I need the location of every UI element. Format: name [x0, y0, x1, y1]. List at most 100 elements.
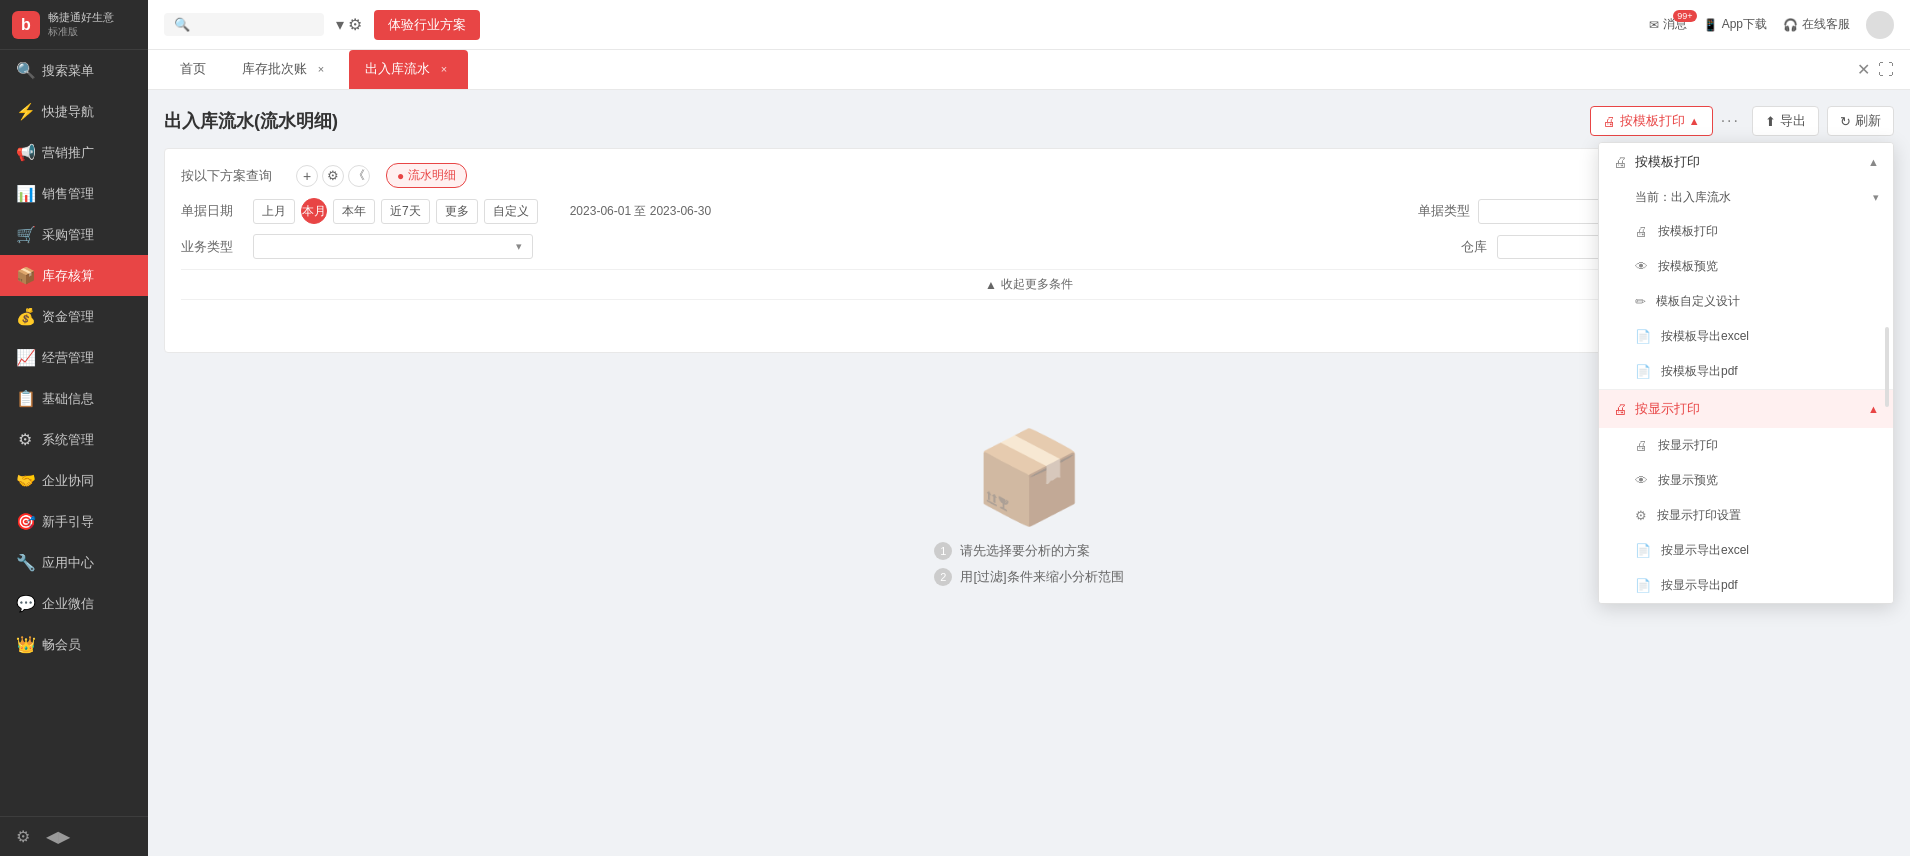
sidebar-item-basic[interactable]: 📋 基础信息 [0, 378, 148, 419]
header-right: ✉ 消息 99+ 📱 App下载 🎧 在线客服 [1649, 11, 1894, 39]
display-preview-icon: 👁 [1635, 473, 1648, 488]
online-service[interactable]: 🎧 在线客服 [1783, 16, 1850, 33]
sales-icon: 📊 [16, 184, 34, 203]
sidebar-item-label-enterprise: 企业协同 [42, 472, 94, 490]
date-current-month[interactable]: 本月 [301, 198, 327, 224]
tab-expand-icon[interactable]: ⛶ [1878, 61, 1894, 79]
empty-step-2: 2 用[过滤]条件来缩小分析范围 [934, 568, 1123, 586]
sidebar-item-search[interactable]: 🔍 搜索菜单 [0, 50, 148, 91]
tab-bar: 首页 库存批次账 × 出入库流水 × ✕ ⛶ [148, 50, 1910, 90]
vip-icon: 👑 [16, 635, 34, 654]
sidebar-item-enterprise[interactable]: 🤝 企业协同 [0, 460, 148, 501]
content-area: 出入库流水(流水明细) 🖨 按模板打印 ▲ ··· ⬆ 导出 ↻ 刷 [148, 90, 1910, 856]
more-icon[interactable]: ··· [1721, 112, 1740, 130]
display-print-settings-item[interactable]: ⚙ 按显示打印设置 [1599, 498, 1893, 533]
date-options: 上月 本月 本年 近7天 更多 自定义 [253, 198, 538, 224]
sidebar-item-finance[interactable]: 💰 资金管理 [0, 296, 148, 337]
sidebar-bottom: ⚙ ◀▶ [0, 816, 148, 856]
sidebar-item-inventory[interactable]: 📦 库存核算 [0, 255, 148, 296]
sidebar-item-label-sales: 销售管理 [42, 185, 94, 203]
sidebar-item-label-operations: 经营管理 [42, 349, 94, 367]
export-button[interactable]: ⬆ 导出 [1752, 106, 1819, 136]
design-icon: ✏ [1635, 294, 1646, 309]
tab-minimize-icon[interactable]: ✕ [1857, 60, 1870, 79]
display-print-header[interactable]: 🖨 按显示打印 ▲ [1599, 390, 1893, 428]
phone-icon: 📱 [1703, 18, 1718, 32]
tab-batch-close[interactable]: × [313, 61, 329, 77]
preview-icon: 👁 [1635, 259, 1648, 274]
date-more[interactable]: 更多 [436, 199, 478, 224]
empty-step-1: 1 请先选择要分析的方案 [934, 542, 1123, 560]
header-search-box[interactable]: 🔍 [164, 13, 324, 36]
scroll-indicator [1885, 327, 1889, 407]
guide-icon: 🎯 [16, 512, 34, 531]
sidebar-item-guide[interactable]: 🎯 新手引导 [0, 501, 148, 542]
sidebar-item-operations[interactable]: 📈 经营管理 [0, 337, 148, 378]
message-icon: ✉ [1649, 18, 1659, 32]
sidebar-item-wechat[interactable]: 💬 企业微信 [0, 583, 148, 624]
tab-home[interactable]: 首页 [164, 50, 222, 89]
step-1-num: 1 [934, 542, 952, 560]
template-preview-item[interactable]: 👁 按模板预览 [1599, 249, 1893, 284]
date-last-7[interactable]: 近7天 [381, 199, 430, 224]
sidebar-item-purchase[interactable]: 🛒 采购管理 [0, 214, 148, 255]
sidebar-item-app_center[interactable]: 🔧 应用中心 [0, 542, 148, 583]
sidebar-item-sales[interactable]: 📊 销售管理 [0, 173, 148, 214]
sidebar-item-marketing[interactable]: 📢 营销推广 [0, 132, 148, 173]
top-actions: 🖨 按模板打印 ▲ ··· ⬆ 导出 ↻ 刷新 [1590, 106, 1894, 136]
refresh-button[interactable]: ↻ 刷新 [1827, 106, 1894, 136]
display-print-s-icon: 🖨 [1635, 438, 1648, 453]
filter-active-tag[interactable]: ● 流水明细 [386, 163, 467, 188]
display-excel-icon: 📄 [1635, 543, 1651, 558]
sidebar-item-vip[interactable]: 👑 畅会员 [0, 624, 148, 665]
business-type-select[interactable]: ▾ [253, 234, 533, 259]
search-input[interactable] [196, 18, 296, 32]
message-count: 99+ [1673, 10, 1696, 22]
search-icon: 🔍 [174, 17, 190, 32]
sidebar-item-system[interactable]: ⚙ 系统管理 [0, 419, 148, 460]
sidebar-item-shortcut[interactable]: ⚡ 快捷导航 [0, 91, 148, 132]
search-icon: 🔍 [16, 61, 34, 80]
filter-add-button[interactable]: + [296, 165, 318, 187]
tab-flow-close[interactable]: × [436, 61, 452, 77]
print-icon: 🖨 [1635, 224, 1648, 239]
sidebar-item-label-system: 系统管理 [42, 431, 94, 449]
app-download[interactable]: 📱 App下载 [1703, 16, 1767, 33]
tab-batch[interactable]: 库存批次账 × [226, 50, 345, 89]
printer-icon: 🖨 [1603, 114, 1616, 129]
sidebar-item-label-vip: 畅会员 [42, 636, 81, 654]
date-current-year[interactable]: 本年 [333, 199, 375, 224]
message-badge-item[interactable]: ✉ 消息 99+ [1649, 16, 1687, 33]
template-print-header[interactable]: 🖨 按模板打印 ▲ [1599, 143, 1893, 181]
template-print-section: 🖨 按模板打印 ▲ 当前：出入库流水 ▾ 🖨 [1599, 143, 1893, 390]
date-last-month[interactable]: 上月 [253, 199, 295, 224]
template-current-item[interactable]: 当前：出入库流水 ▾ [1599, 181, 1893, 214]
template-export-pdf-item[interactable]: 📄 按模板导出pdf [1599, 354, 1893, 389]
sidebar-item-label-guide: 新手引导 [42, 513, 94, 531]
sidebar-item-label-search: 搜索菜单 [42, 62, 94, 80]
display-chevron-icon: ▲ [1868, 403, 1879, 415]
template-export-excel-item[interactable]: 📄 按模板导出excel [1599, 319, 1893, 354]
print-template-button[interactable]: 🖨 按模板打印 ▲ [1590, 106, 1713, 136]
empty-steps: 1 请先选择要分析的方案 2 用[过滤]条件来缩小分析范围 [934, 542, 1123, 594]
chevron-down-icon[interactable]: ▾ [336, 15, 344, 34]
display-export-pdf-item[interactable]: 📄 按显示导出pdf [1599, 568, 1893, 603]
tab-flow[interactable]: 出入库流水 × [349, 50, 468, 89]
user-avatar[interactable] [1866, 11, 1894, 39]
sidebar: b 畅捷通好生意 标准版 🔍 搜索菜单 ⚡ 快捷导航 📢 营销推广 📊 销售管理… [0, 0, 148, 856]
gear-icon[interactable]: ⚙ [348, 15, 362, 34]
trial-button[interactable]: 体验行业方案 [374, 10, 480, 40]
template-custom-item[interactable]: ✏ 模板自定义设计 [1599, 284, 1893, 319]
logo-sub: 标准版 [48, 25, 114, 39]
date-custom[interactable]: 自定义 [484, 199, 538, 224]
display-preview-item[interactable]: 👁 按显示预览 [1599, 463, 1893, 498]
filter-settings-button[interactable]: ⚙ [322, 165, 344, 187]
settings-icon[interactable]: ⚙ [16, 827, 30, 846]
display-export-excel-item[interactable]: 📄 按显示导出excel [1599, 533, 1893, 568]
display-print-item[interactable]: 🖨 按显示打印 [1599, 428, 1893, 463]
operations-icon: 📈 [16, 348, 34, 367]
collapse-icon[interactable]: ◀▶ [46, 827, 70, 846]
template-print-item[interactable]: 🖨 按模板打印 [1599, 214, 1893, 249]
date-range-wrapper: 2023-06-01 至 2023-06-30 [562, 203, 711, 220]
filter-collapse-button[interactable]: 《 [348, 165, 370, 187]
